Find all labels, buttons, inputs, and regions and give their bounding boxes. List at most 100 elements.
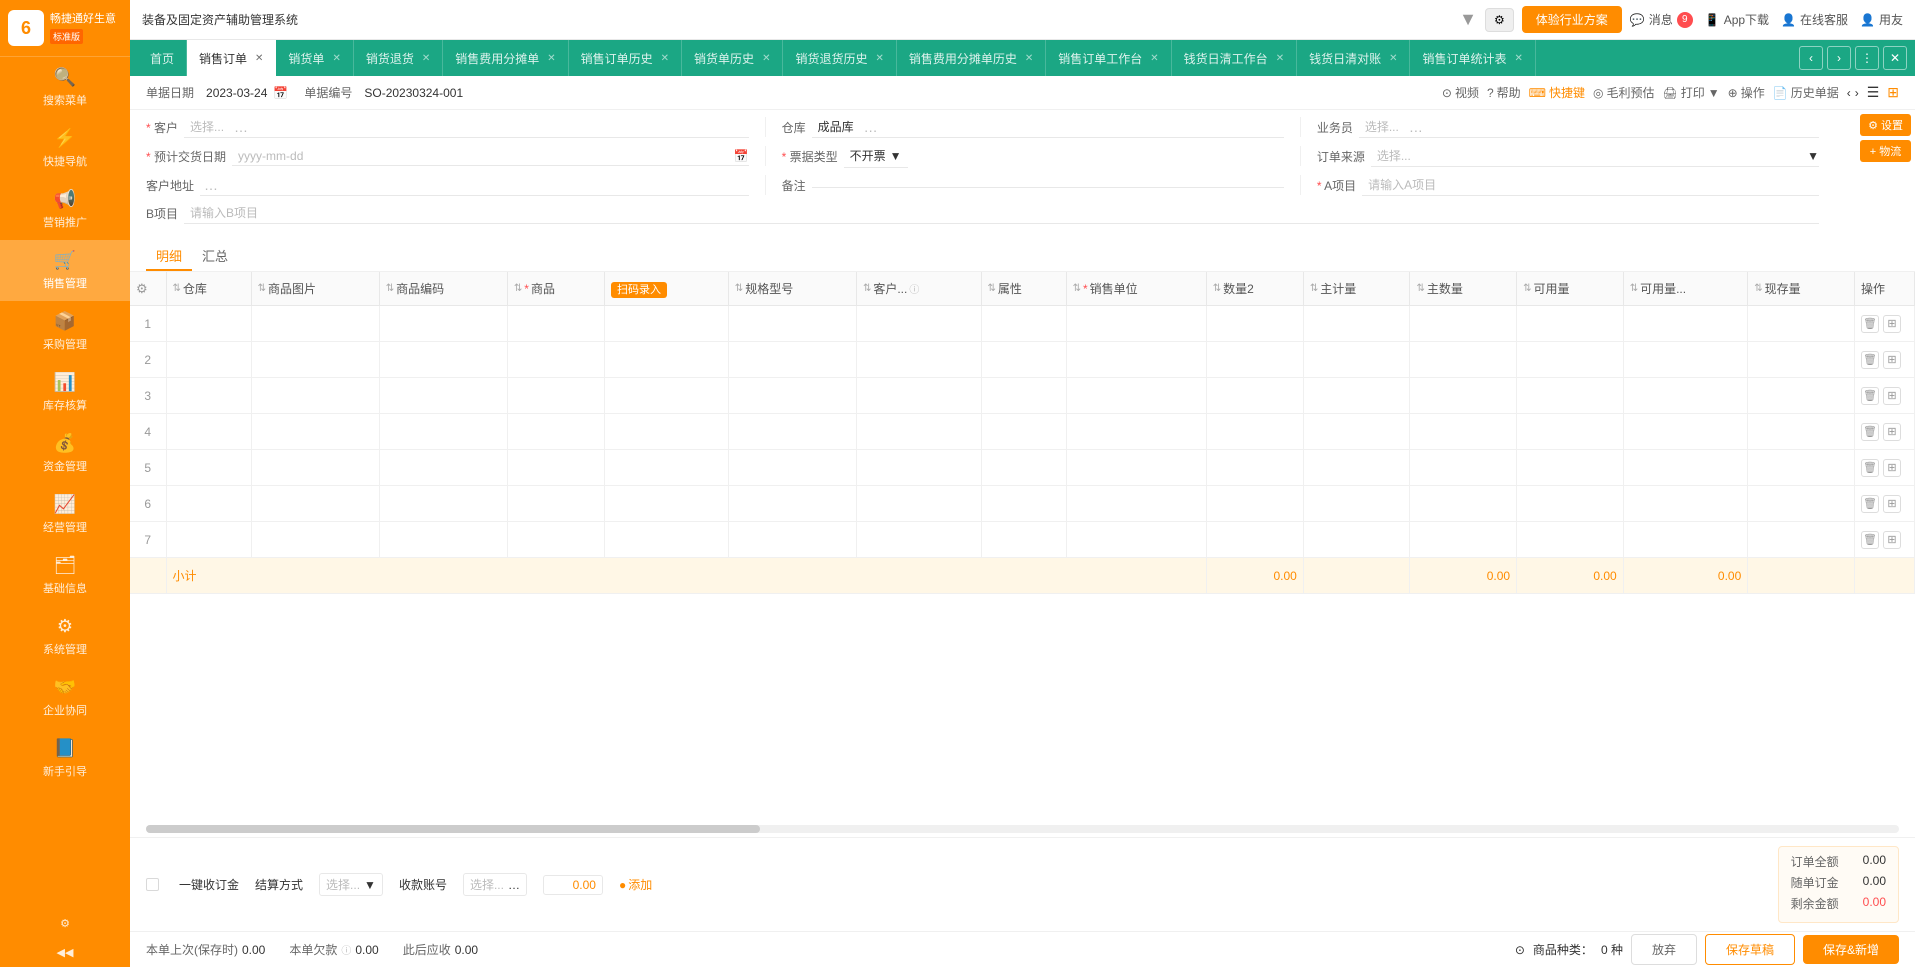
sidebar-item-guide[interactable]: 📘 新手引导 (0, 728, 130, 789)
tab-home[interactable]: 首页 (138, 40, 187, 76)
tab-sales-order[interactable]: 销售订单 ✕ (187, 40, 276, 76)
account-select[interactable]: 选择... … (463, 873, 527, 896)
profit-action[interactable]: ◎ 毛利预估 (1593, 84, 1655, 101)
sidebar-settings[interactable]: ⚙ (0, 909, 130, 938)
delete-btn[interactable]: 🗑 (1861, 423, 1879, 441)
row-product-code[interactable] (379, 306, 507, 342)
th-gear[interactable]: ⚙ (130, 272, 166, 306)
close-icon[interactable]: ✕ (1389, 53, 1397, 64)
tab-sales-return[interactable]: 销货退货 ✕ (354, 40, 443, 76)
one-click-checkbox[interactable] (146, 878, 159, 891)
discard-btn[interactable]: 放弃 (1631, 934, 1697, 965)
messages-btn[interactable]: 💬 消息 9 (1630, 11, 1693, 28)
order-source-input[interactable]: 选择... ▼ (1371, 145, 1819, 167)
delete-btn[interactable]: 🗑 (1861, 495, 1879, 513)
copy-btn[interactable]: ⊞ (1883, 315, 1901, 333)
sidebar-item-purchase[interactable]: 📦 采购管理 (0, 301, 130, 362)
tab-sales-expense[interactable]: 销售费用分摊单 ✕ (443, 40, 568, 76)
tab-sales-stats[interactable]: 销售订单统计表 ✕ (1410, 40, 1535, 76)
add-btn[interactable]: ● 添加 (619, 876, 652, 893)
sidebar-item-system[interactable]: ⚙ 系统管理 (0, 606, 130, 667)
close-icon[interactable]: ✕ (762, 53, 770, 64)
row-available2[interactable] (1623, 306, 1748, 342)
copy-btn[interactable]: ⊞ (1883, 423, 1901, 441)
delete-btn[interactable]: 🗑 (1861, 387, 1879, 405)
delete-btn[interactable]: 🗑 (1861, 351, 1879, 369)
tab-prev-btn[interactable]: ‹ (1799, 46, 1823, 70)
tab-summary[interactable]: 汇总 (192, 242, 238, 271)
close-icon[interactable]: ✕ (255, 53, 263, 64)
amount-input[interactable]: 0.00 (543, 875, 603, 895)
tab-expense-history[interactable]: 销售费用分摊单历史 ✕ (897, 40, 1046, 76)
delivery-input-area[interactable]: yyyy-mm-dd 📅 (232, 147, 749, 166)
user-btn[interactable]: 👤 用友 (1860, 11, 1903, 28)
row-current-stock[interactable] (1748, 306, 1855, 342)
topbar-settings-btn[interactable]: ⚙ (1485, 8, 1514, 32)
a-project-input[interactable]: 请输入A项目 (1362, 174, 1819, 196)
tab-sales-return-history[interactable]: 销货退货历史 ✕ (783, 40, 896, 76)
grid-view-icon[interactable]: ⊞ (1887, 84, 1899, 101)
scrollbar-thumb[interactable] (146, 825, 760, 833)
copy-btn[interactable]: ⊞ (1883, 531, 1901, 549)
remark-input[interactable] (812, 183, 1284, 188)
tab-sales-bill-history[interactable]: 销货单历史 ✕ (682, 40, 783, 76)
delete-btn[interactable]: 🗑 (1861, 459, 1879, 477)
close-icon[interactable]: ✕ (875, 53, 883, 64)
sidebar-item-basic[interactable]: 🗂 基础信息 (0, 545, 130, 606)
row-image[interactable] (251, 306, 379, 342)
sidebar-item-finance[interactable]: 💰 资金管理 (0, 423, 130, 484)
row-quantity2[interactable] (1206, 306, 1303, 342)
view-action[interactable]: ⊙ 视频 (1442, 84, 1479, 101)
close-icon[interactable]: ✕ (661, 53, 669, 64)
copy-btn[interactable]: ⊞ (1883, 495, 1901, 513)
next-record-icon[interactable]: › (1855, 86, 1859, 100)
operation-action[interactable]: ⊕ 操作 (1728, 84, 1765, 101)
close-icon[interactable]: ✕ (1025, 53, 1033, 64)
print-action[interactable]: 🖨 打印 ▼ (1663, 84, 1720, 101)
save-new-btn[interactable]: 保存&新增 (1803, 935, 1899, 964)
row-customer-attr[interactable] (856, 306, 981, 342)
invoice-select[interactable]: 不开票 ▼ (844, 144, 908, 168)
sidebar-item-marketing[interactable]: 📢 营销推广 (0, 179, 130, 240)
tab-menu-btn[interactable]: ⋮ (1855, 46, 1879, 70)
delete-btn[interactable]: 🗑 (1861, 531, 1879, 549)
close-icon[interactable]: ✕ (1276, 53, 1284, 64)
topbar-highlight-btn[interactable]: 体验行业方案 (1522, 6, 1622, 33)
tab-workbench[interactable]: 销售订单工作台 ✕ (1046, 40, 1171, 76)
customer-input-area[interactable]: 选择... … (184, 116, 749, 138)
list-view-icon[interactable]: ☰ (1867, 84, 1880, 101)
tab-next-btn[interactable]: › (1827, 46, 1851, 70)
close-icon[interactable]: ✕ (547, 53, 555, 64)
sidebar-item-inventory[interactable]: 📊 库存核算 (0, 362, 130, 423)
gear-icon[interactable]: ⚙ (136, 281, 148, 296)
sidebar-item-search[interactable]: 🔍 搜索菜单 (0, 57, 130, 118)
tab-sales-bill[interactable]: 销货单 ✕ (276, 40, 353, 76)
settlement-select[interactable]: 选择... ▼ (319, 873, 383, 896)
prev-record-icon[interactable]: ‹ (1847, 86, 1851, 100)
copy-btn[interactable]: ⊞ (1883, 351, 1901, 369)
info-icon2[interactable]: ⓘ (341, 942, 351, 957)
row-available[interactable] (1517, 306, 1624, 342)
horizontal-scrollbar[interactable] (146, 825, 1899, 833)
history-action[interactable]: 📄 历史单据 (1773, 84, 1839, 101)
sidebar-item-cooperation[interactable]: 🤝 企业协同 (0, 667, 130, 728)
expand-icon[interactable]: ▼ (1459, 9, 1477, 30)
online-support-btn[interactable]: 👤 在线客服 (1781, 11, 1848, 28)
row-main-quantity[interactable] (1410, 306, 1517, 342)
address-input[interactable]: … (200, 175, 749, 196)
row-spec[interactable] (728, 306, 856, 342)
shortcut-action[interactable]: ⌨ 快捷键 (1529, 84, 1585, 101)
close-icon[interactable]: ✕ (1515, 53, 1523, 64)
sidebar-item-sales[interactable]: 🛒 销售管理 (0, 240, 130, 301)
sidebar-item-quicknav[interactable]: ⚡ 快捷导航 (0, 118, 130, 179)
b-project-input[interactable]: 请输入B项目 (184, 202, 1819, 224)
tab-daily-workbench[interactable]: 钱货日清工作台 ✕ (1172, 40, 1297, 76)
save-draft-btn[interactable]: 保存草稿 (1705, 934, 1795, 965)
tab-close-all-btn[interactable]: ✕ (1883, 46, 1907, 70)
help-action[interactable]: ? 帮助 (1487, 84, 1521, 101)
salesperson-input-area[interactable]: 选择... … (1359, 116, 1819, 138)
calendar-icon[interactable]: 📅 (273, 86, 288, 100)
warehouse-input-area[interactable]: 成品库 … (812, 116, 1284, 138)
row-attr[interactable] (981, 306, 1066, 342)
row-main-unit[interactable] (1303, 306, 1410, 342)
